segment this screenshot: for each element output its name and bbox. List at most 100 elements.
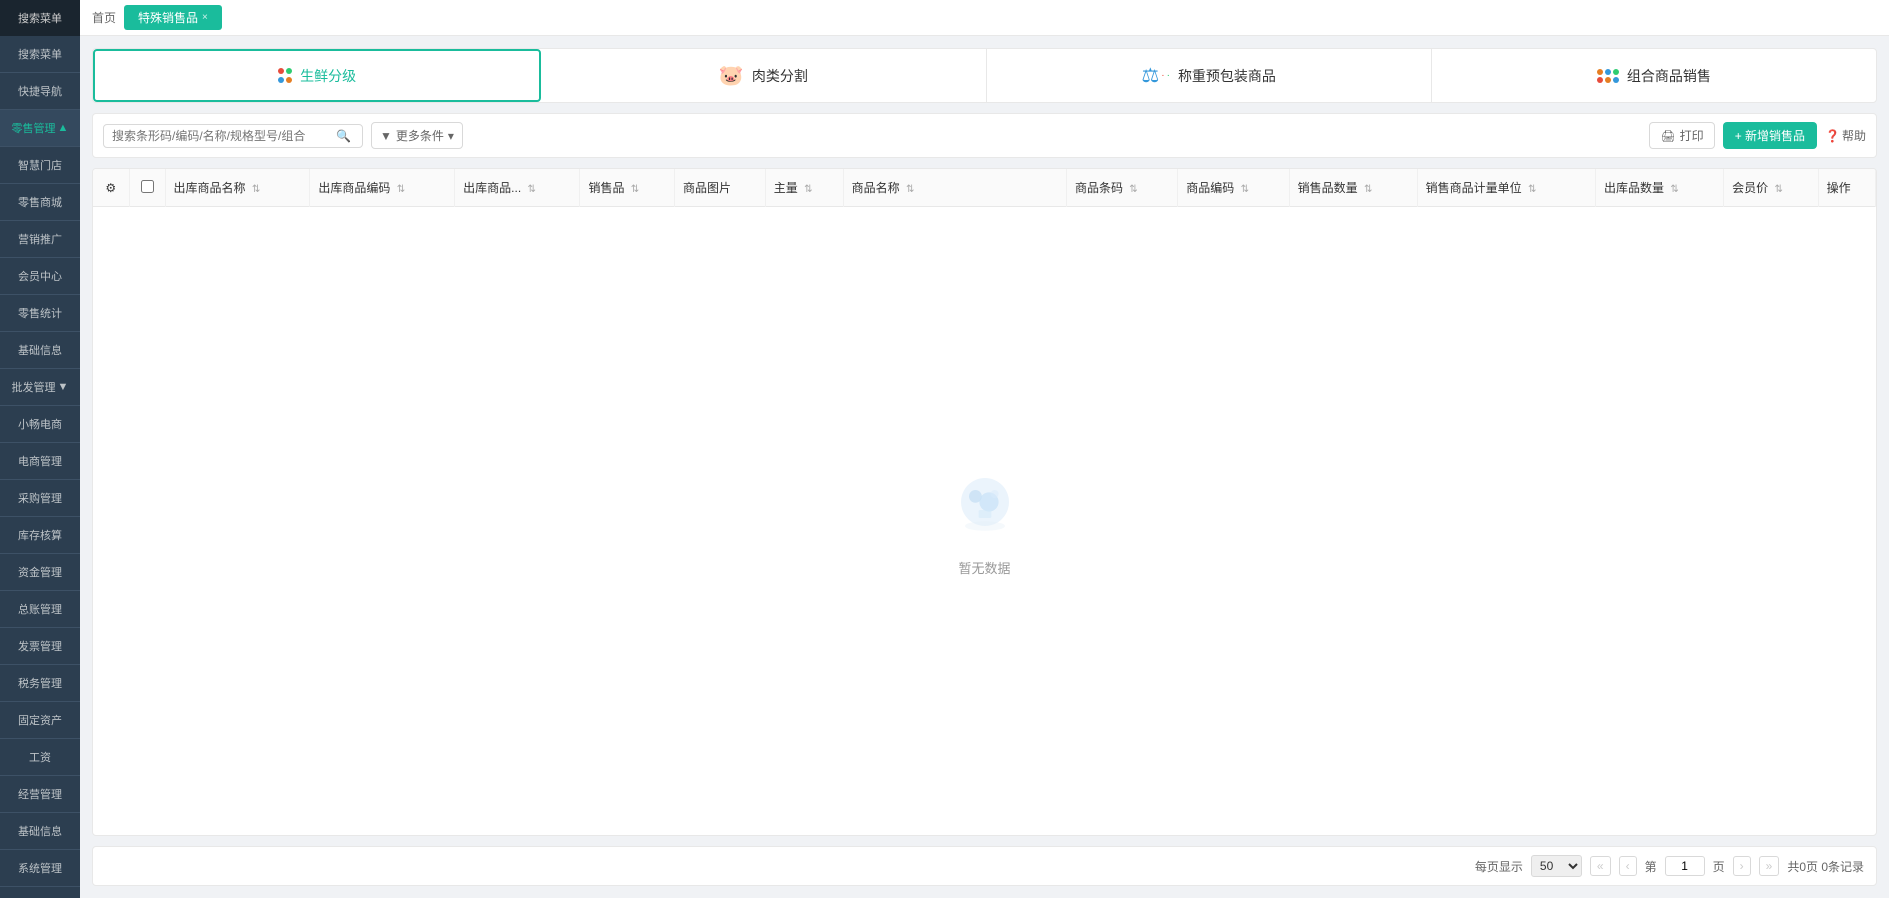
sidebar-item-retail-stats[interactable]: 零售统计 <box>0 295 80 332</box>
sort-icon-sales-product[interactable]: ⇅ <box>631 184 639 195</box>
per-page-label: 每页显示 <box>1475 858 1523 875</box>
sidebar-item-sales-promo[interactable]: 营销推广 <box>0 221 80 258</box>
tab-close-icon[interactable]: × <box>202 12 208 23</box>
sidebar-item-ecomm-mgmt[interactable]: 电商管理 <box>0 443 80 480</box>
empty-state-text: 暂无数据 <box>958 558 1010 577</box>
search-box: 🔍 <box>103 124 363 148</box>
sort-icon-sales-unit[interactable]: ⇅ <box>1528 184 1536 195</box>
active-tab-label: 特殊销售品 <box>138 9 198 26</box>
tab-fresh-grade-label: 生鲜分级 <box>300 66 356 86</box>
sidebar-item-fixed-assets[interactable]: 固定资产 <box>0 702 80 739</box>
sidebar-item-search-menu[interactable]: 搜索菜单 <box>0 36 80 73</box>
tab-meat-cut-label: 肉类分割 <box>752 66 808 86</box>
scale-icon: ⚖ · · <box>1141 63 1170 88</box>
data-table: ⚙ 出库商品名称 ⇅ 出库商品编码 ⇅ <box>93 169 1876 207</box>
sort-icon-member-price[interactable]: ⇅ <box>1774 184 1782 195</box>
sort-icon-main-unit[interactable]: ⇅ <box>804 184 812 195</box>
empty-state: 暂无数据 <box>93 207 1876 835</box>
print-icon: 🖨 <box>1660 129 1675 143</box>
sidebar-item-sys-mgmt[interactable]: 系统管理 <box>0 850 80 887</box>
th-checkbox[interactable] <box>129 169 165 207</box>
sort-icon-product-name[interactable]: ⇅ <box>906 184 914 195</box>
help-button[interactable]: ❓ 帮助 <box>1825 127 1866 144</box>
tab-combo[interactable]: 组合商品销售 <box>1432 49 1876 102</box>
tab-meat-cut[interactable]: 🐷 肉类分割 <box>541 49 986 102</box>
help-icon: ❓ <box>1825 129 1840 143</box>
toolbar: 🔍 ▼ 更多条件 ▾ 🖨 打印 + 新增销售品 ❓ 帮助 <box>92 113 1877 158</box>
sort-icon-product-code[interactable]: ⇅ <box>1241 184 1249 195</box>
th-main-unit: 主量 ⇅ <box>765 169 843 207</box>
sort-icon-out-product-name[interactable]: ⇅ <box>252 184 260 195</box>
th-product-name: 商品名称 ⇅ <box>843 169 1066 207</box>
category-tabs: 生鲜分级 🐷 肉类分割 ⚖ · · 称重预包装商品 <box>92 48 1877 103</box>
th-product-image: 商品图片 <box>675 169 766 207</box>
sidebar-item-tax-mgmt[interactable]: 税务管理 <box>0 665 80 702</box>
tab-weight-pkg[interactable]: ⚖ · · 称重预包装商品 <box>987 49 1432 102</box>
data-table-container: ⚙ 出库商品名称 ⇅ 出库商品编码 ⇅ <box>92 168 1877 836</box>
sidebar-item-smart-store[interactable]: 智慧门店 <box>0 147 80 184</box>
th-member-price: 会员价 ⇅ <box>1724 169 1819 207</box>
sort-icon-barcode[interactable]: ⇅ <box>1129 184 1137 195</box>
pagination: 每页显示 50 10 20 100 « ‹ 第 页 › » 共0页 0条记录 <box>92 846 1877 886</box>
sidebar-item-retail-mgmt[interactable]: 零售管理 ▲ <box>0 110 80 147</box>
sidebar-item-mini-ecomm[interactable]: 小畅电商 <box>0 406 80 443</box>
home-breadcrumb[interactable]: 首页 <box>92 9 116 26</box>
sidebar-item-general-ledger[interactable]: 总账管理 <box>0 591 80 628</box>
sidebar-item-invoice-mgmt[interactable]: 发票管理 <box>0 628 80 665</box>
sidebar-item-ops-mgmt[interactable]: 经营管理 <box>0 776 80 813</box>
main-content: 首页 特殊销售品 × <box>80 0 1889 898</box>
sidebar-item-basic-info-retail[interactable]: 基础信息 <box>0 332 80 369</box>
th-sales-unit: 销售商品计量单位 ⇅ <box>1417 169 1595 207</box>
sidebar-item-basic-info[interactable]: 基础信息 <box>0 813 80 850</box>
content-area: 生鲜分级 🐷 肉类分割 ⚖ · · 称重预包装商品 <box>80 36 1889 898</box>
select-all-checkbox[interactable] <box>141 180 154 193</box>
sidebar-item-quick-nav[interactable]: 快捷导航 <box>0 73 80 110</box>
sort-icon-out-product-detail[interactable]: ⇅ <box>528 184 536 195</box>
chevron-down-icon-wholesale: ▼ <box>58 381 69 393</box>
th-barcode: 商品条码 ⇅ <box>1066 169 1177 207</box>
sidebar-item-purchase-mgmt[interactable]: 采购管理 <box>0 480 80 517</box>
topbar: 首页 特殊销售品 × <box>80 0 1889 36</box>
sidebar-item-company-agreement[interactable]: 企业协同 <box>0 887 80 898</box>
chevron-down-icon: ▲ <box>58 122 69 134</box>
th-out-product-detail: 出库商品... ⇅ <box>455 169 580 207</box>
sidebar-item-wholesale-mgmt[interactable]: 批发管理 ▼ <box>0 369 80 406</box>
active-tab[interactable]: 特殊销售品 × <box>124 5 222 30</box>
filter-chevron: ▾ <box>448 129 454 143</box>
add-label: + 新增销售品 <box>1735 127 1805 144</box>
sort-icon-out-qty[interactable]: ⇅ <box>1670 184 1678 195</box>
th-sales-qty: 销售品数量 ⇅ <box>1289 169 1417 207</box>
tab-combo-label: 组合商品销售 <box>1627 66 1711 86</box>
sidebar-item-retail-mall[interactable]: 零售商城 <box>0 184 80 221</box>
page-input[interactable] <box>1665 856 1705 876</box>
sort-icon-out-product-code[interactable]: ⇅ <box>397 184 405 195</box>
add-sales-product-button[interactable]: + 新增销售品 <box>1723 122 1817 149</box>
sidebar-logo: 搜索菜单 <box>0 0 80 36</box>
filter-icon: ▼ <box>380 129 392 143</box>
tab-fresh-grade[interactable]: 生鲜分级 <box>93 49 541 102</box>
first-page-button[interactable]: « <box>1590 856 1611 876</box>
per-page-select[interactable]: 50 10 20 100 <box>1531 855 1582 877</box>
page-unit: 页 <box>1713 858 1725 875</box>
sort-icon-sales-qty[interactable]: ⇅ <box>1364 184 1372 195</box>
th-settings[interactable]: ⚙ <box>93 169 129 207</box>
print-button[interactable]: 🖨 打印 <box>1649 122 1714 149</box>
filter-label: 更多条件 <box>396 127 444 144</box>
th-sales-product: 销售品 ⇅ <box>580 169 675 207</box>
combo-icon <box>1597 69 1619 83</box>
th-out-product-name: 出库商品名称 ⇅ <box>165 169 310 207</box>
page-label: 第 <box>1645 858 1657 875</box>
th-out-product-code: 出库商品编码 ⇅ <box>310 169 455 207</box>
settings-icon[interactable]: ⚙ <box>105 181 116 195</box>
last-page-button[interactable]: » <box>1759 856 1780 876</box>
sidebar-item-fund-mgmt[interactable]: 资金管理 <box>0 554 80 591</box>
sidebar: 搜索菜单 搜索菜单 快捷导航 零售管理 ▲ 智慧门店 零售商城 营销推广 会员中… <box>0 0 80 898</box>
filter-button[interactable]: ▼ 更多条件 ▾ <box>371 122 463 149</box>
sidebar-item-member-center[interactable]: 会员中心 <box>0 258 80 295</box>
sidebar-item-salary[interactable]: 工资 <box>0 739 80 776</box>
search-icon[interactable]: 🔍 <box>336 129 351 143</box>
prev-page-button[interactable]: ‹ <box>1619 856 1637 876</box>
next-page-button[interactable]: › <box>1733 856 1751 876</box>
sidebar-item-inventory[interactable]: 库存核算 <box>0 517 80 554</box>
search-input[interactable] <box>112 129 332 143</box>
